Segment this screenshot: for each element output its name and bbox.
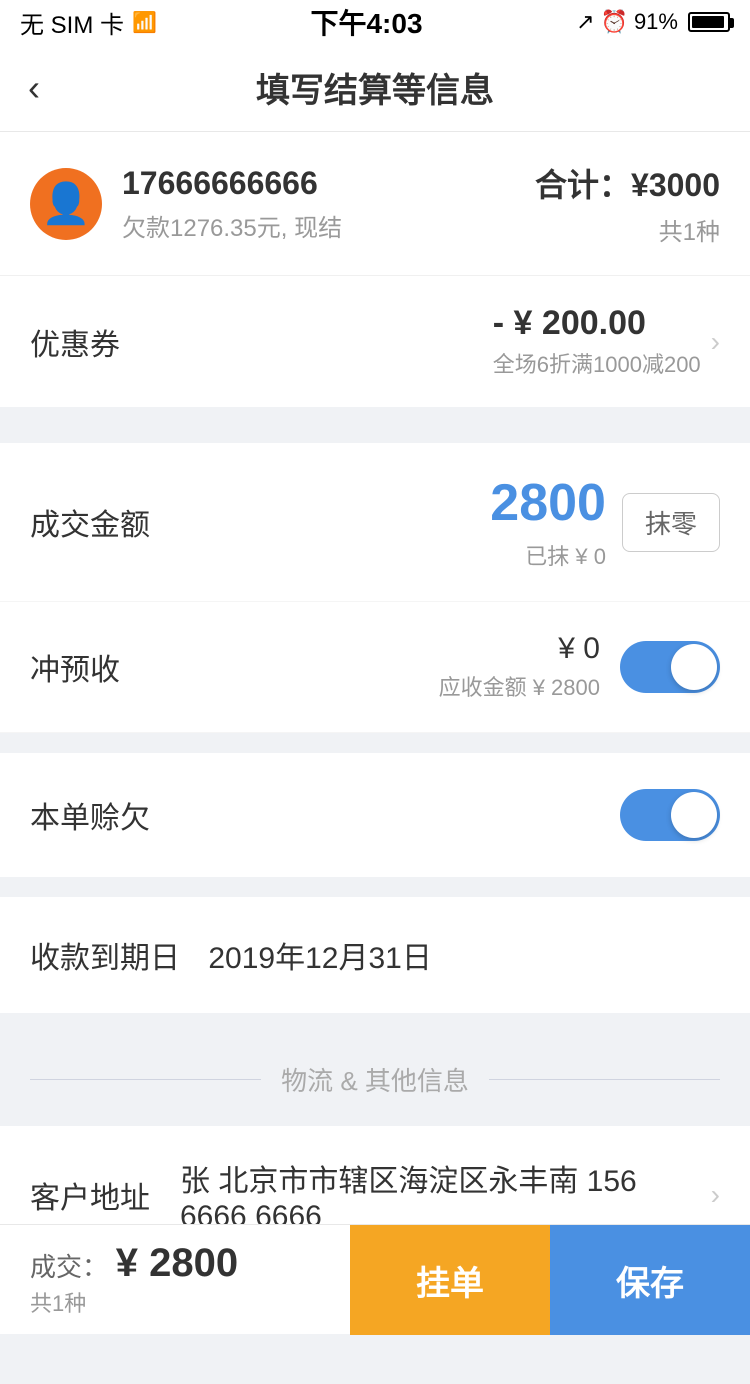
due-date-section: 收款到期日 2019年12月31日 [0,897,750,1013]
total-value: ¥3000 [631,167,720,203]
prepay-amount: ¥ 0 [439,632,600,666]
wifi-icon: 📶 [132,10,157,35]
prepay-row: 冲预收 ¥ 0 应收金额 ¥ 2800 [0,602,750,733]
footer-amount: ¥ 2800 [116,1241,238,1285]
carrier-label: 无 SIM 卡 [20,5,124,40]
alarm-icon: ⏰ [601,9,628,35]
due-date-value: 2019年12月31日 [208,942,431,975]
prepay-label: 冲预收 [30,645,120,689]
divider-line-left [30,1079,261,1080]
prepay-toggle[interactable] [620,641,720,693]
location-icon: ↗ [576,9,594,35]
deal-label: 成交金额 [30,500,150,544]
chevron-right-icon: › [711,326,720,358]
address-content: 张 北京市市辖区海淀区永丰南 156 6666 6666 [180,1156,711,1234]
coupon-label: 优惠券 [30,320,120,364]
status-left: 无 SIM 卡 📶 [20,5,157,40]
sheqian-toggle-knob [671,792,717,838]
divider-line-right [489,1079,720,1080]
footer-deal-line: 成交： ¥ 2800 [30,1241,320,1286]
footer-summary: 成交： ¥ 2800 共1种 [0,1225,350,1334]
address-label: 客户地址 [30,1173,150,1217]
sheqian-label: 本单赊欠 [30,793,150,837]
deal-section: 成交金额 2800 已抹 ¥ 0 抹零 冲预收 ¥ 0 应收金额 ¥ 2800 [0,443,750,733]
customer-debt: 欠款1276.35元, 现结 [122,208,535,243]
status-right: ↗ ⏰ 91% [576,9,730,35]
battery-percent: 91% [634,9,678,35]
sheqian-toggle[interactable] [620,789,720,841]
customer-phone: 17666666666 [122,165,535,202]
section-divider-4 [0,1013,750,1033]
deal-amount-row: 成交金额 2800 已抹 ¥ 0 抹零 [0,443,750,602]
due-date-row: 收款到期日 2019年12月31日 [0,897,750,1013]
total-amount: 合计：¥3000 [535,160,720,206]
due-date-label: 收款到期日 [30,942,180,975]
coupon-row[interactable]: 优惠券 - ¥ 200.00 全场6折满1000减200 › [0,275,750,407]
section-divider-1 [0,423,750,443]
deal-amount-right: 2800 已抹 ¥ 0 抹零 [490,473,720,571]
footer-bar: 成交： ¥ 2800 共1种 挂单 保存 [0,1224,750,1334]
logistics-header: 物流 & 其他信息 [0,1033,750,1126]
coupon-amount: - ¥ 200.00 [493,304,701,343]
time-label: 下午4:03 [310,2,422,42]
customer-info-row: 👤 17666666666 欠款1276.35元, 现结 合计：¥3000 共1… [0,132,750,275]
section-divider-2 [0,733,750,753]
customer-total: 合计：¥3000 共1种 [535,160,720,247]
total-label: 合计： [535,167,631,203]
section-divider-3 [0,877,750,897]
user-icon: 👤 [41,180,91,227]
sheqian-row: 本单赊欠 [0,753,750,877]
logistics-title: 物流 & 其他信息 [281,1061,469,1098]
deal-amount-value: 2800 [490,473,606,533]
hold-button[interactable]: 挂单 [350,1225,550,1335]
battery-icon [688,12,730,32]
address-chevron-icon: › [711,1179,720,1211]
footer-deal-label: 成交： [30,1252,108,1282]
save-button[interactable]: 保存 [550,1225,750,1335]
prepay-right: ¥ 0 应收金额 ¥ 2800 [439,632,600,702]
back-button[interactable]: ‹ [28,67,40,109]
page-title: 填写结算等信息 [256,63,494,112]
deal-amount-sub: 已抹 ¥ 0 [490,539,606,571]
footer-count: 共1种 [30,1286,320,1318]
avatar: 👤 [30,168,102,240]
status-bar: 无 SIM 卡 📶 下午4:03 ↗ ⏰ 91% [0,0,750,44]
coupon-desc: 全场6折满1000减200 [493,347,701,379]
nav-bar: ‹ 填写结算等信息 [0,44,750,132]
sheqian-section: 本单赊欠 [0,753,750,877]
customer-card: 👤 17666666666 欠款1276.35元, 现结 合计：¥3000 共1… [0,132,750,407]
round-button[interactable]: 抹零 [622,493,720,552]
total-count: 共1种 [535,212,720,247]
toggle-knob [671,644,717,690]
customer-details: 17666666666 欠款1276.35元, 现结 [122,165,535,243]
coupon-right: - ¥ 200.00 全场6折满1000减200 › [493,304,720,379]
prepay-sub: 应收金额 ¥ 2800 [439,670,600,702]
